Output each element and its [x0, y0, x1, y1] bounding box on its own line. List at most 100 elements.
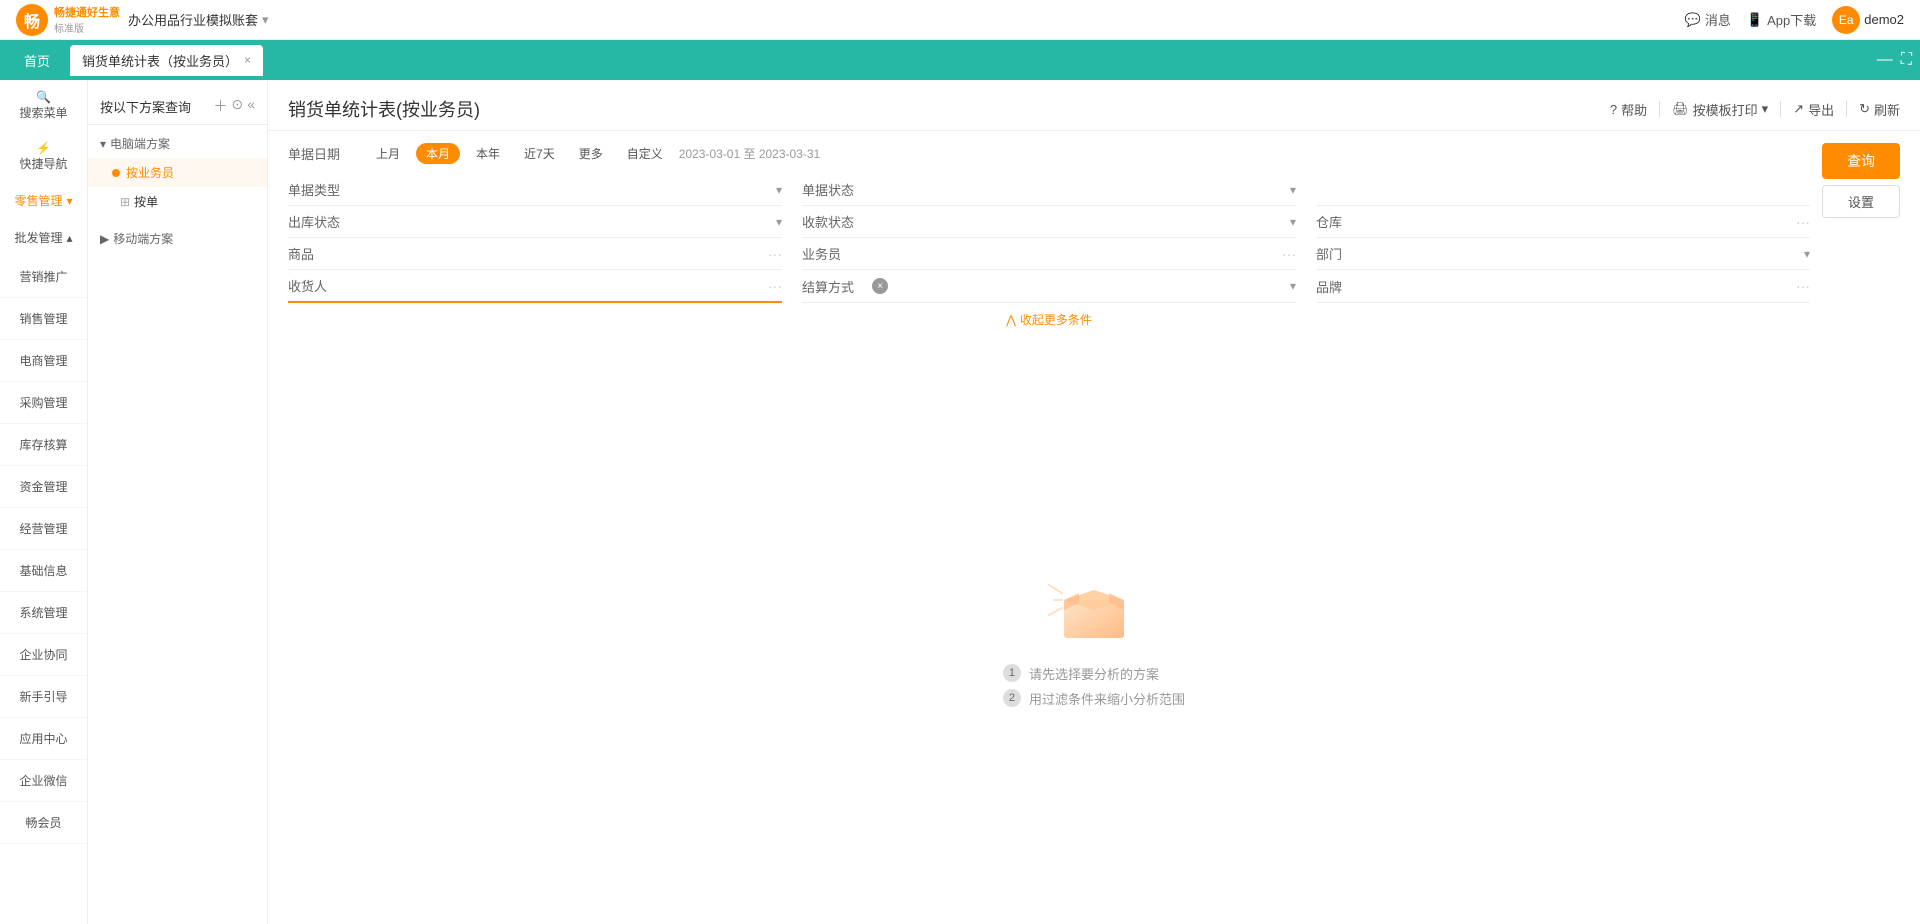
sidebar-item-search[interactable]: 🔍 搜索菜单	[0, 80, 87, 131]
message-icon: 💬	[1685, 12, 1701, 28]
doc-type-arrow-icon[interactable]: ▾	[776, 183, 782, 197]
sidebar-item-sales[interactable]: 销售管理	[0, 298, 87, 340]
search-icon: 🔍	[4, 90, 83, 104]
goods-control[interactable]: ···	[358, 246, 782, 262]
refresh-button[interactable]: ↻ 刷新	[1859, 100, 1900, 119]
filter-cell-settle: 结算方式 × ▾	[802, 270, 1296, 303]
sidebar-item-newbie[interactable]: 新手引导	[0, 676, 87, 718]
doc-status-arrow-icon[interactable]: ▾	[1290, 183, 1296, 197]
date-btn-last-month[interactable]: 上月	[368, 143, 408, 164]
sidebar-item-apps[interactable]: 应用中心	[0, 718, 87, 760]
tabbar-actions: — ⛶	[1877, 51, 1912, 69]
print-arrow-icon: ▾	[1762, 101, 1769, 117]
settle-label: 结算方式	[802, 277, 872, 296]
department-label: 部门	[1316, 244, 1386, 263]
filter-cell-brand: 品牌 ···	[1316, 270, 1810, 303]
sidebar-item-finance[interactable]: 资金管理	[0, 466, 87, 508]
brand-dots-icon[interactable]: ···	[1796, 278, 1810, 294]
logo-text: 畅捷通好生意 标准版	[54, 4, 120, 35]
sidebar-item-wholesale[interactable]: 批发管理 ▴	[0, 219, 87, 256]
scheme-header-actions: ＋ ⊙ «	[213, 96, 255, 116]
receiver-label: 收货人	[288, 276, 358, 295]
salesperson-dots-icon[interactable]: ···	[1282, 246, 1296, 262]
receiver-control[interactable]: ···	[358, 278, 782, 294]
goods-dots-icon[interactable]: ···	[768, 246, 782, 262]
receipt-status-control[interactable]: ▾	[872, 215, 1296, 229]
app-download-button[interactable]: 📱 App下载	[1747, 10, 1816, 29]
receiver-dots-icon[interactable]: ···	[768, 278, 782, 294]
settle-control[interactable]: × ▾	[872, 278, 1296, 294]
sidebar-item-enterprise[interactable]: 企业协同	[0, 634, 87, 676]
sidebar-item-retail[interactable]: 零售管理 ▾	[0, 182, 87, 219]
export-button[interactable]: ↗ 导出	[1793, 100, 1834, 119]
sidebar-item-inventory[interactable]: 库存核算	[0, 424, 87, 466]
ship-status-control[interactable]: ▾	[358, 215, 782, 229]
active-dot	[112, 169, 120, 177]
sidebar-item-ecommerce[interactable]: 电商管理	[0, 340, 87, 382]
settings-button[interactable]: 设置	[1822, 185, 1900, 218]
print-icon: 🖨	[1672, 101, 1689, 117]
settle-arrow-icon[interactable]: ▾	[1290, 279, 1296, 293]
receipt-status-arrow-icon[interactable]: ▾	[1290, 215, 1296, 229]
company-selector[interactable]: 办公用品行业模拟账套 ▾	[128, 10, 269, 29]
divider2	[1780, 101, 1781, 117]
sidebar-item-operation[interactable]: 经营管理	[0, 508, 87, 550]
scheme-group-mobile-title[interactable]: ▶ 移动端方案	[88, 224, 267, 253]
tip-num-2: 2	[1003, 689, 1021, 707]
expand-icon2: ▴	[66, 231, 72, 245]
filter-grid-row5: 收货人 ··· 结算方式 × ▾	[288, 270, 1810, 303]
doc-type-control[interactable]: ▾	[358, 183, 782, 197]
filter-wrapper: 单据日期 上月 本月 本年 近7天 更多 自定义 2023-03-01 至 20…	[268, 131, 1920, 348]
date-btn-custom[interactable]: 自定义	[619, 143, 671, 164]
settle-clear-icon[interactable]: ×	[872, 278, 888, 294]
collapse-scheme-button[interactable]: «	[247, 96, 255, 116]
edit-scheme-button[interactable]: ⊙	[231, 96, 243, 116]
filter-grid-row2: 单据类型 ▾ 单据状态 ▾	[288, 174, 1810, 206]
date-btn-this-month[interactable]: 本月	[416, 143, 460, 164]
query-button[interactable]: 查询	[1822, 143, 1900, 179]
sub-icon: ⊞	[120, 195, 130, 209]
sidebar-item-basic-info[interactable]: 基础信息	[0, 550, 87, 592]
empty-tip-2: 2 用过滤条件来缩小分析范围	[1003, 689, 1185, 708]
brand-control[interactable]: ···	[1386, 278, 1810, 294]
add-scheme-button[interactable]: ＋	[213, 96, 227, 116]
logo-area: 畅 畅捷通好生意 标准版	[16, 4, 120, 36]
sidebar-item-purchase[interactable]: 采购管理	[0, 382, 87, 424]
empty-box-icon	[1044, 565, 1144, 645]
warehouse-label: 仓库	[1316, 212, 1386, 231]
scheme-group-desktop-title[interactable]: ▾ 电脑端方案	[88, 129, 267, 158]
scheme-sub-item-by-order[interactable]: ⊞ 按单	[88, 187, 267, 216]
sidebar-item-system[interactable]: 系统管理	[0, 592, 87, 634]
user-menu[interactable]: Ea demo2	[1832, 6, 1904, 34]
topbar-left: 畅 畅捷通好生意 标准版 办公用品行业模拟账套 ▾	[16, 4, 269, 36]
tab-home[interactable]: 首页	[8, 45, 66, 76]
scheme-item-by-salesperson[interactable]: 按业务员	[88, 158, 267, 187]
sidebar-item-marketing[interactable]: 营销推广	[0, 256, 87, 298]
doc-status-control[interactable]: ▾	[872, 183, 1296, 197]
department-control[interactable]: ▾	[1386, 247, 1810, 261]
sidebar-item-wechat[interactable]: 企业微信	[0, 760, 87, 802]
filter-cell-receipt-status: 收款状态 ▾	[802, 206, 1296, 238]
avatar: Ea	[1832, 6, 1860, 34]
date-btn-this-year[interactable]: 本年	[468, 143, 508, 164]
ship-status-arrow-icon[interactable]: ▾	[776, 215, 782, 229]
salesperson-control[interactable]: ···	[872, 246, 1296, 262]
filter-cell-warehouse: 仓库 ···	[1316, 206, 1810, 238]
print-button[interactable]: 🖨 按模板打印 ▾	[1672, 100, 1768, 119]
sidebar-item-member[interactable]: 畅会员	[0, 802, 87, 844]
warehouse-dots-icon[interactable]: ···	[1796, 214, 1810, 230]
minimize-icon[interactable]: —	[1877, 51, 1893, 69]
date-btn-last-7-days[interactable]: 近7天	[516, 143, 563, 164]
help-button[interactable]: ? 帮助	[1610, 100, 1647, 119]
sidebar-item-quick-nav[interactable]: ⚡ 快捷导航	[0, 131, 87, 182]
tab-close-icon[interactable]: ×	[244, 53, 251, 67]
maximize-icon[interactable]: ⛶	[1901, 51, 1912, 69]
logo-icon: 畅	[16, 4, 48, 36]
message-button[interactable]: 💬 消息	[1685, 10, 1731, 29]
date-btn-more[interactable]: 更多	[571, 143, 611, 164]
collapse-button[interactable]: ⋀ 收起更多条件	[288, 303, 1810, 336]
warehouse-control[interactable]: ···	[1386, 214, 1810, 230]
tab-sales-stat[interactable]: 销货单统计表（按业务员） ×	[70, 45, 263, 76]
page-title: 销货单统计表(按业务员)	[288, 96, 480, 122]
divider1	[1659, 101, 1660, 117]
